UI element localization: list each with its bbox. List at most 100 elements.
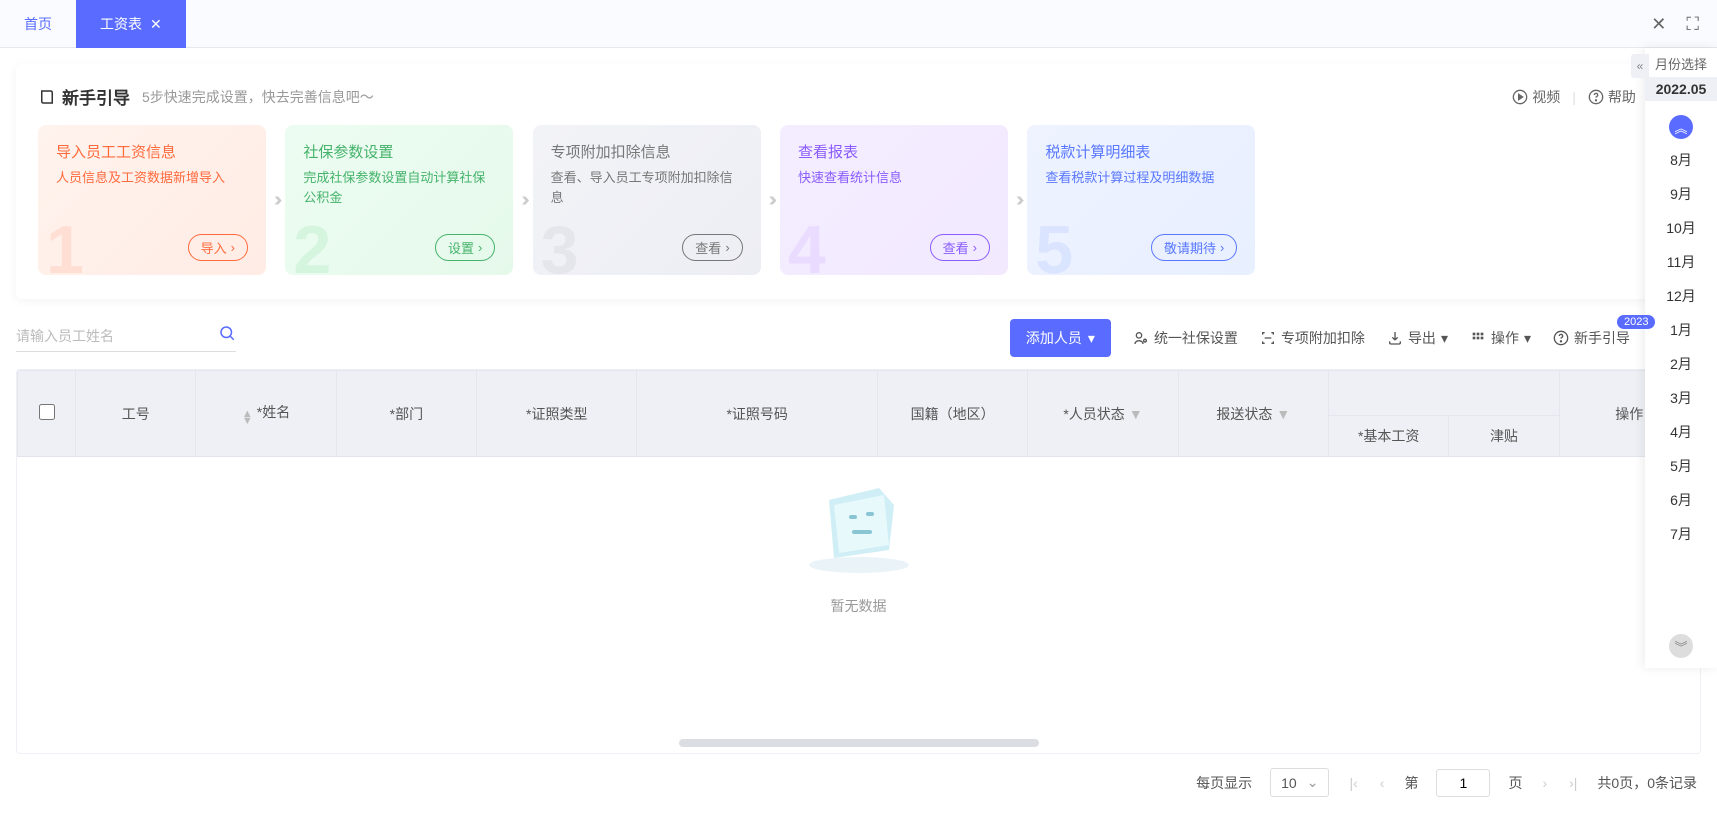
year-badge: 2023 (1617, 315, 1655, 329)
month-panel-title: 月份选择 (1655, 54, 1707, 73)
filter-icon[interactable]: ▼ (1129, 406, 1143, 422)
col-report[interactable]: 报送状态▼ (1178, 371, 1328, 457)
month-item[interactable]: 9月 (1645, 177, 1717, 211)
empty-image-icon (794, 450, 924, 580)
first-page-icon[interactable]: |‹ (1347, 775, 1359, 791)
step-card-deduction: 专项附加扣除信息 查看、导入员工专项附加扣除信息 查看› 3 (533, 125, 761, 275)
page-input[interactable] (1436, 769, 1490, 797)
tab-home[interactable]: 首页 (0, 0, 76, 48)
search-icon[interactable] (218, 324, 236, 347)
empty-state: 暂无数据 (17, 450, 1700, 616)
toolbar: 添加人员 ▾ 统一社保设置 专项附加扣除 导出 ▾ 操作 ▾ 新手引导 刷新 (0, 299, 1717, 369)
month-item[interactable]: 11月 (1645, 245, 1717, 279)
month-item[interactable]: 5月 (1645, 449, 1717, 483)
prev-page-icon[interactable]: ‹ (1378, 775, 1387, 791)
import-button[interactable]: 导入› (188, 234, 248, 261)
col-salary-group (1329, 371, 1560, 416)
help-circle-icon (1588, 89, 1604, 105)
horizontal-scrollbar[interactable] (679, 739, 1039, 747)
step-card-import: 导入员工工资信息 人员信息及工资数据新增导入 导入› 1 (38, 125, 266, 275)
month-item[interactable]: 10月 (1645, 211, 1717, 245)
chevron-down-icon: ▾ (1524, 330, 1531, 347)
arrow-icon: ›› (769, 189, 772, 212)
view-report-button[interactable]: 查看› (930, 234, 990, 261)
payroll-table: 工号 ▲▼*姓名 *部门 *证照类型 *证照号码 国籍（地区） *人员状态▼ 报… (16, 369, 1701, 754)
help-link[interactable]: 帮助 (1588, 87, 1636, 107)
step-card-social: 社保参数设置 完成社保参数设置自动计算社保公积金 设置› 2 (285, 125, 513, 275)
col-id-type[interactable]: *证照类型 (477, 371, 637, 457)
chevron-right-icon: › (1220, 240, 1224, 255)
month-item[interactable]: 7月 (1645, 517, 1717, 551)
col-checkbox (18, 371, 76, 457)
scroll-up-icon[interactable]: ︽ (1669, 115, 1693, 139)
search-input[interactable] (16, 328, 218, 344)
arrow-icon: ›› (521, 189, 524, 212)
month-item[interactable]: 20231月 (1645, 313, 1717, 347)
deduction-link[interactable]: 专项附加扣除 (1260, 328, 1365, 348)
beginner-guide-panel: 新手引导 5步快速完成设置，快去完善信息吧～ 视频 | 帮助 ✕ 导入员工工资信… (16, 64, 1701, 299)
col-name[interactable]: ▲▼*姓名 (196, 371, 336, 457)
select-all-checkbox[interactable] (39, 404, 55, 420)
chevron-right-icon: › (231, 240, 235, 255)
view-deduction-button[interactable]: 查看› (682, 234, 742, 261)
pagination: 每页显示 10 ⌄ |‹ ‹ 第 页 › ›| 共0页，0条记录 (0, 754, 1717, 811)
page-prefix: 第 (1404, 773, 1418, 793)
settings-button[interactable]: 设置› (435, 234, 495, 261)
tab-payroll[interactable]: 工资表 ✕ (76, 0, 186, 48)
chevron-down-icon: ▾ (1441, 330, 1448, 347)
filter-icon[interactable]: ▼ (1276, 406, 1290, 422)
operations-link[interactable]: 操作 ▾ (1470, 328, 1531, 348)
book-icon (38, 88, 56, 106)
window-controls: ✕ ⛶ (1651, 0, 1717, 48)
col-id-no[interactable]: *证照号码 (637, 371, 878, 457)
grid-icon (1470, 330, 1486, 346)
month-selector-panel: « 月份选择 2022.05 ︽ 8月 9月 10月 11月 12月 20231… (1645, 48, 1717, 668)
chevron-right-icon: › (973, 240, 977, 255)
col-emp-no[interactable]: 工号 (76, 371, 196, 457)
fullscreen-icon[interactable]: ⛶ (1686, 14, 1699, 35)
pager-summary: 共0页，0条记录 (1597, 773, 1697, 793)
month-item[interactable]: 3月 (1645, 381, 1717, 415)
last-page-icon[interactable]: ›| (1567, 775, 1579, 791)
close-panel-icon[interactable]: ✕ (1651, 14, 1666, 35)
social-settings-link[interactable]: 统一社保设置 (1133, 328, 1238, 348)
add-person-button[interactable]: 添加人员 ▾ (1010, 319, 1111, 357)
col-nationality[interactable]: 国籍（地区） (878, 371, 1028, 457)
next-page-icon[interactable]: › (1540, 775, 1549, 791)
per-page-label: 每页显示 (1196, 773, 1252, 793)
guide-title: 新手引导 (38, 84, 130, 109)
export-link[interactable]: 导出 ▾ (1387, 328, 1448, 348)
guide-link[interactable]: 新手引导 (1553, 328, 1630, 348)
coming-soon-button[interactable]: 敬请期待› (1151, 234, 1237, 261)
month-item[interactable]: 12月 (1645, 279, 1717, 313)
step-card-tax: 税款计算明细表 查看税款计算过程及明细数据 敬请期待› 5 (1027, 125, 1255, 275)
search-box (16, 324, 236, 352)
empty-text: 暂无数据 (17, 596, 1700, 616)
chevron-down-icon: ▾ (1088, 330, 1095, 347)
month-item[interactable]: 4月 (1645, 415, 1717, 449)
collapse-panel-icon[interactable]: « (1631, 54, 1649, 78)
per-page-select[interactable]: 10 ⌄ (1270, 768, 1329, 797)
sort-icon: ▲▼ (242, 411, 253, 425)
month-item[interactable]: 8月 (1645, 143, 1717, 177)
chevron-right-icon: › (478, 240, 482, 255)
current-month: 2022.05 (1645, 77, 1717, 101)
play-circle-icon (1512, 89, 1528, 105)
close-icon[interactable]: ✕ (150, 0, 162, 48)
scan-icon (1260, 330, 1276, 346)
col-status[interactable]: *人员状态▼ (1028, 371, 1178, 457)
export-icon (1387, 330, 1403, 346)
tab-payroll-label: 工资表 (100, 0, 142, 48)
month-item[interactable]: 2月 (1645, 347, 1717, 381)
col-dept[interactable]: *部门 (336, 371, 476, 457)
arrow-icon: ›› (1016, 189, 1019, 212)
month-item[interactable]: 6月 (1645, 483, 1717, 517)
arrow-icon: ›› (274, 189, 277, 212)
scroll-down-icon[interactable]: ︾ (1669, 634, 1693, 658)
guide-subtitle: 5步快速完成设置，快去完善信息吧～ (142, 87, 374, 107)
step-card-report: 查看报表 快速查看统计信息 查看› 4 (780, 125, 1008, 275)
user-gear-icon (1133, 330, 1149, 346)
top-tabs: 首页 工资表 ✕ (0, 0, 1717, 48)
chevron-down-icon: ⌄ (1307, 774, 1319, 791)
video-link[interactable]: 视频 (1512, 87, 1560, 107)
